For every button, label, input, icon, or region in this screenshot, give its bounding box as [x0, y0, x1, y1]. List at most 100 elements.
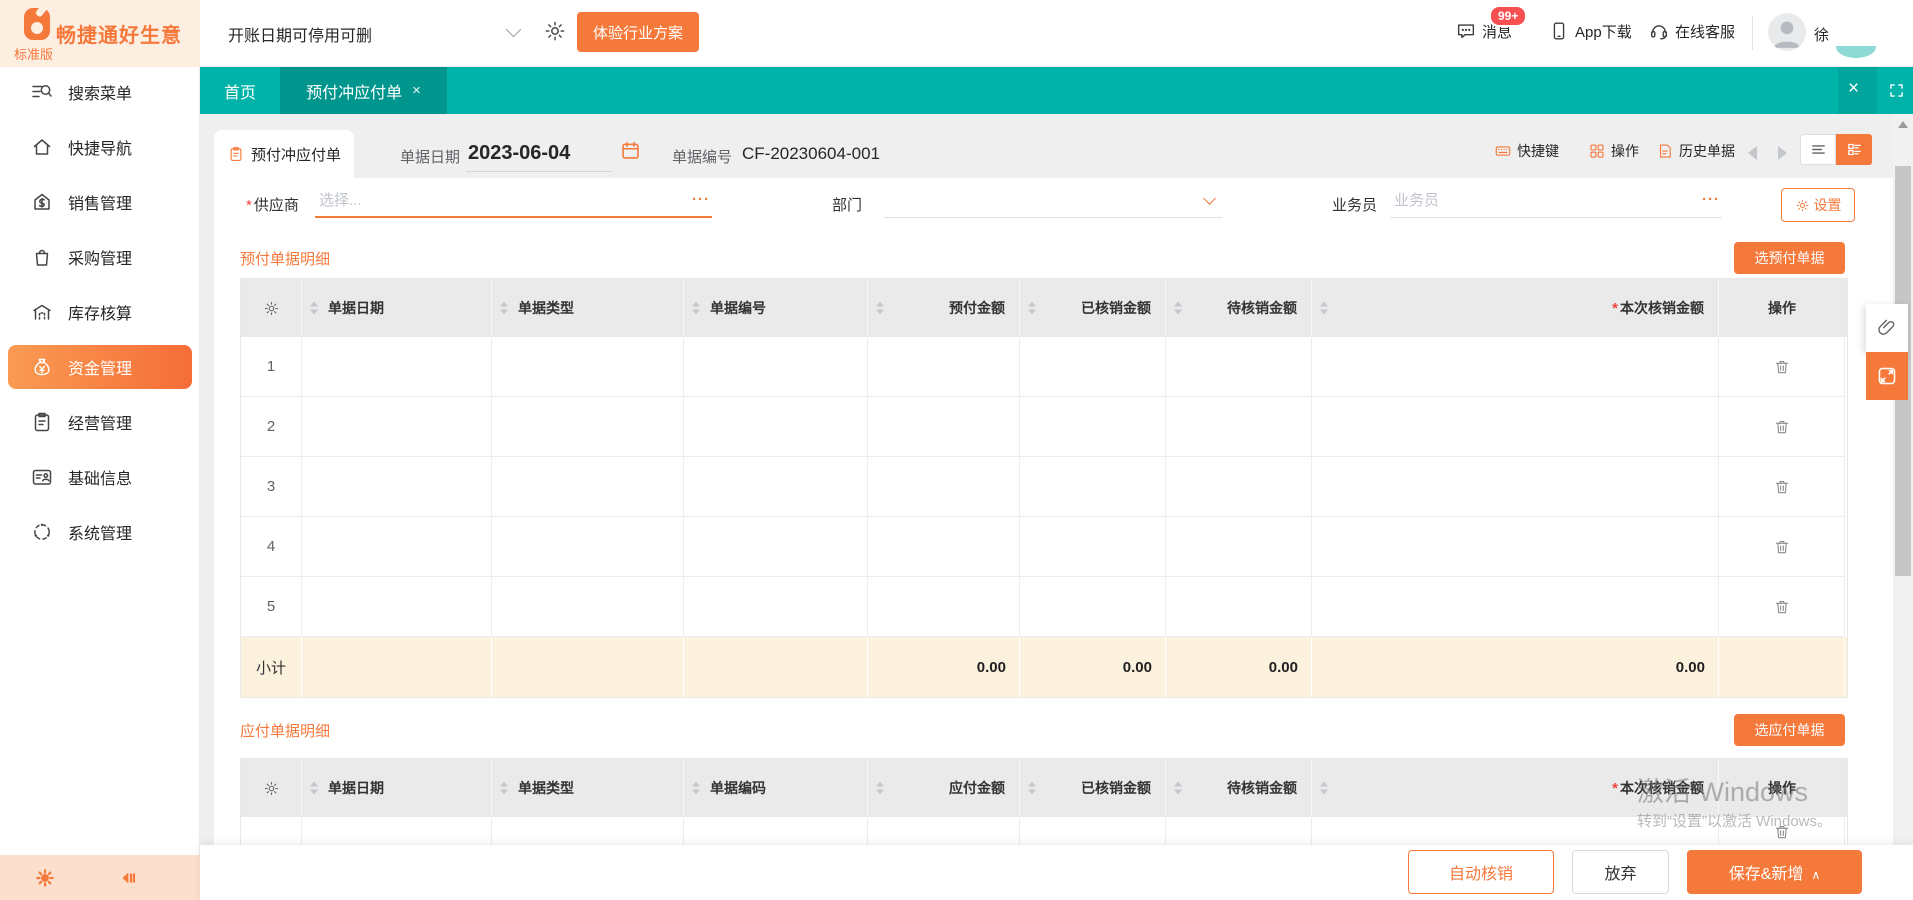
- list-icon: [1810, 141, 1827, 158]
- delete-row-icon[interactable]: [1773, 598, 1791, 616]
- form-tab-card[interactable]: 预付冲应付单: [214, 130, 354, 178]
- auto-writeoff-button[interactable]: 自动核销: [1408, 850, 1554, 894]
- date-label: 单据日期: [400, 149, 461, 166]
- select-prepay-docs-button[interactable]: 选预付单据: [1734, 242, 1845, 274]
- delete-row-icon[interactable]: [1773, 358, 1791, 376]
- shortcut-keys-button[interactable]: 快捷键: [1494, 141, 1559, 161]
- column-settings-icon[interactable]: [263, 300, 280, 317]
- col-header-code: 单据编码: [684, 759, 868, 817]
- sort-icon[interactable]: [500, 301, 508, 315]
- sidebar-item-funds[interactable]: 资金管理: [8, 345, 192, 389]
- prev-doc-icon[interactable]: [1748, 146, 1757, 160]
- sort-icon[interactable]: [692, 301, 700, 315]
- prepay-table: 单据日期 单据类型 单据编号 预付金额 已核销金额 待核销金额 * 本次核销金额 …: [240, 278, 1848, 698]
- salesman-picker-button[interactable]: ···: [1702, 191, 1720, 208]
- table-row: 2: [241, 397, 1847, 457]
- date-value[interactable]: 2023-06-04: [468, 142, 570, 165]
- online-service-button[interactable]: 在线客服: [1648, 20, 1735, 42]
- department-input[interactable]: [884, 184, 1222, 217]
- sort-icon[interactable]: [1028, 781, 1036, 795]
- sort-icon[interactable]: [1320, 301, 1328, 315]
- sidebar-footer: [0, 855, 200, 900]
- topbar: 开账日期可停用可删 体验行业方案 99+ 消息 App下载 在线客服 徐: [200, 0, 1913, 67]
- home-icon: [30, 135, 54, 159]
- brand-name: 畅捷通好生意: [56, 25, 182, 47]
- col-header-pending: 待核销金额: [1166, 279, 1312, 337]
- history-doc-icon: [1656, 142, 1674, 160]
- account-set-dropdown[interactable]: 开账日期可停用可删: [228, 22, 372, 46]
- supplier-input[interactable]: [315, 184, 712, 216]
- message-icon: [1455, 20, 1477, 42]
- payable-table-header: 单据日期 单据类型 单据编码 应付金额 已核销金额 待核销金额 * 本次核销金额 …: [241, 759, 1847, 817]
- column-settings-icon[interactable]: [263, 780, 280, 797]
- attachment-button[interactable]: [1866, 304, 1908, 352]
- gear-icon[interactable]: [543, 19, 567, 43]
- sidebar-item-sales[interactable]: 销售管理: [8, 180, 192, 224]
- number-value: CF-20230604-001: [742, 144, 880, 163]
- close-icon[interactable]: ×: [1848, 78, 1859, 100]
- tab-prepay-writeoff[interactable]: 预付冲应付单 ×: [280, 67, 447, 114]
- sidebar-item-quick-nav[interactable]: 快捷导航: [8, 125, 192, 169]
- sidebar-item-system[interactable]: 系统管理: [8, 510, 192, 554]
- delete-row-icon[interactable]: [1773, 538, 1791, 556]
- phone-icon: [1548, 20, 1570, 42]
- save-and-new-button[interactable]: 保存&新增 ∧: [1687, 850, 1862, 894]
- close-tab-icon[interactable]: ×: [412, 82, 421, 99]
- sort-icon[interactable]: [692, 781, 700, 795]
- sort-icon[interactable]: [876, 301, 884, 315]
- salesman-input[interactable]: [1390, 184, 1722, 217]
- next-doc-icon[interactable]: [1778, 146, 1787, 160]
- sales-icon: [30, 190, 54, 214]
- clipboard-icon: [227, 145, 245, 163]
- discard-button[interactable]: 放弃: [1572, 850, 1669, 894]
- card-view-toggle[interactable]: [1836, 134, 1872, 165]
- sort-icon[interactable]: [500, 781, 508, 795]
- supplier-picker-button[interactable]: ···: [692, 191, 710, 208]
- number-label: 单据编号: [672, 149, 733, 166]
- vertical-scrollbar[interactable]: [1893, 114, 1913, 900]
- sidebar-item-purchase[interactable]: 采购管理: [8, 235, 192, 279]
- supplier-label: * 供应商: [246, 197, 299, 214]
- actions-button[interactable]: 操作: [1588, 141, 1639, 161]
- list-view-toggle[interactable]: [1800, 134, 1836, 165]
- payable-section-title: 应付单据明细: [240, 723, 331, 740]
- col-header-type: 单据类型: [492, 279, 684, 337]
- warehouse-icon: [30, 300, 54, 324]
- app-download-button[interactable]: App下载: [1548, 20, 1632, 42]
- history-button[interactable]: 历史单据: [1656, 141, 1735, 161]
- tab-home[interactable]: 首页: [200, 67, 280, 114]
- delete-row-icon[interactable]: [1773, 478, 1791, 496]
- sort-icon[interactable]: [876, 781, 884, 795]
- sort-icon[interactable]: [1174, 781, 1182, 795]
- fullscreen-icon[interactable]: [1887, 81, 1906, 100]
- expand-panel-button[interactable]: [1866, 352, 1908, 400]
- select-payable-docs-button[interactable]: 选应付单据: [1734, 714, 1845, 746]
- sort-icon[interactable]: [1320, 781, 1328, 795]
- sort-icon[interactable]: [310, 781, 318, 795]
- sidebar-item-base-info[interactable]: 基础信息: [8, 455, 192, 499]
- id-card-icon: [30, 465, 54, 489]
- form-panel: *供应商 ··· 部门 业务员 ··· 设置 预付单据明细 选预付单据 单据日期…: [214, 178, 1893, 847]
- avatar[interactable]: [1768, 13, 1806, 51]
- trial-solution-button[interactable]: 体验行业方案: [577, 12, 699, 52]
- sort-icon[interactable]: [310, 301, 318, 315]
- scroll-up-icon[interactable]: [1898, 121, 1908, 128]
- collapse-sidebar-icon[interactable]: [116, 867, 138, 889]
- delete-row-icon[interactable]: [1773, 418, 1791, 436]
- settings-button[interactable]: 设置: [1781, 188, 1855, 222]
- user-name[interactable]: 徐: [1814, 24, 1829, 45]
- sort-icon[interactable]: [1028, 301, 1036, 315]
- sort-icon[interactable]: [1174, 301, 1182, 315]
- delete-row-icon[interactable]: [1773, 823, 1791, 841]
- sidebar-item-operations[interactable]: 经营管理: [8, 400, 192, 444]
- sidebar-item-inventory[interactable]: 库存核算: [8, 290, 192, 334]
- col-header-current-writeoff: * 本次核销金额: [1312, 759, 1719, 817]
- table-row: 4: [241, 517, 1847, 577]
- chevron-down-icon[interactable]: [505, 21, 522, 38]
- settings-gear-icon[interactable]: [34, 867, 56, 889]
- sidebar-item-search-menu[interactable]: 搜索菜单: [8, 70, 192, 114]
- gear-icon: [1795, 198, 1810, 213]
- calendar-icon[interactable]: [620, 140, 641, 161]
- col-header-type: 单据类型: [492, 759, 684, 817]
- bottom-action-bar: 自动核销 放弃 保存&新增 ∧: [200, 845, 1913, 900]
